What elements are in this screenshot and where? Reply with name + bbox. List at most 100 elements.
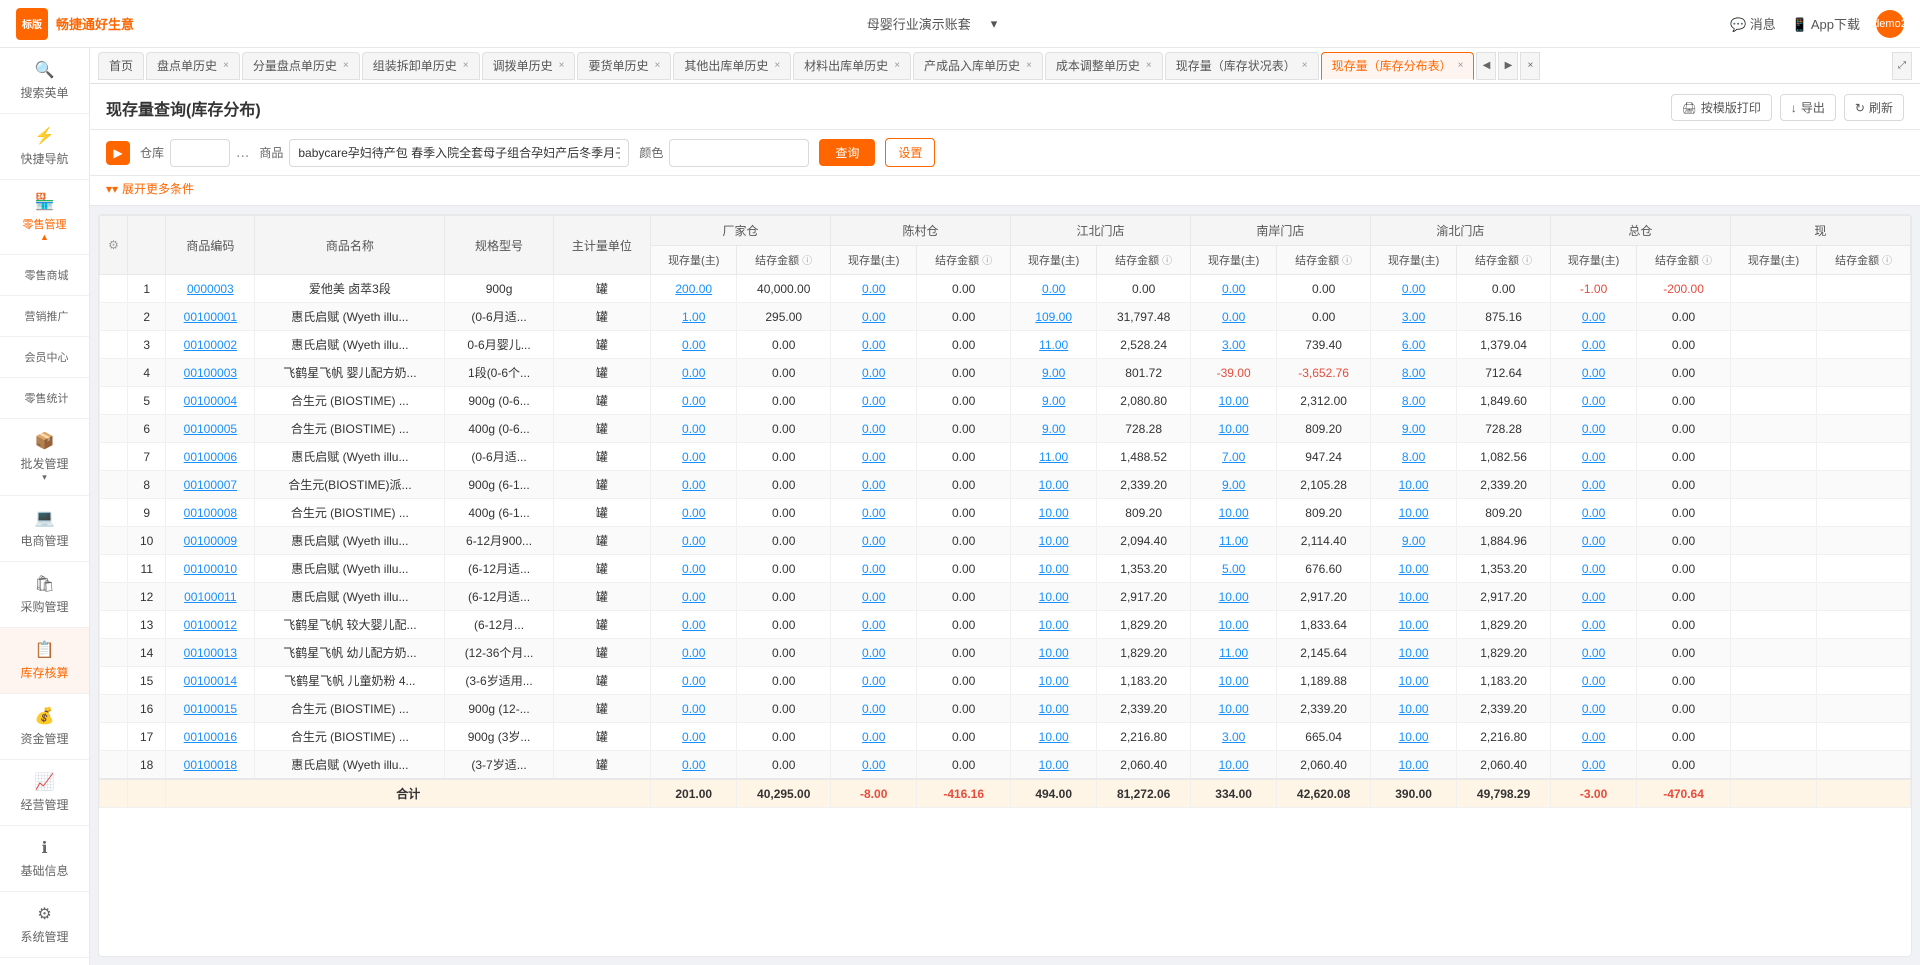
sidebar-item-ecommerce[interactable]: 💻 电商管理: [0, 496, 89, 562]
nav-label[interactable]: 母婴行业演示账套: [867, 14, 971, 33]
inventory-table: ⚙ 商品编码 商品名称 规格型号 主计量单位 厂家仓 陈村仓 江北门店 南岸门店…: [99, 215, 1911, 808]
logo-icon: 标版: [16, 8, 48, 40]
top-nav: 母婴行业演示账套 ▾: [867, 14, 998, 33]
table-row: 1100100010惠氏启赋 (Wyeth illu...(6-12月适...罐…: [100, 555, 1911, 583]
table-row: 1300100012飞鹤星飞帆 较大婴儿配...(6-12月...罐0.000.…: [100, 611, 1911, 639]
sub-jba: 结存金额 ⓘ: [1097, 246, 1191, 275]
col-spec: 规格型号: [445, 216, 553, 275]
sidebar-item-quicknav[interactable]: ⚡ 快捷导航: [0, 114, 89, 180]
sidebar-item-collab[interactable]: 🤝 企业协同: [0, 958, 89, 965]
table-row: 700100006惠氏启赋 (Wyeth illu...(0-6月适...罐0.…: [100, 443, 1911, 471]
tab-otherout[interactable]: 其他出库单历史 ×: [673, 52, 791, 80]
sub-cca: 结存金额 ⓘ: [917, 246, 1011, 275]
logo-area: 标版 畅捷通好生意: [16, 8, 134, 40]
sidebar: 🔍 搜索英单 ⚡ 快捷导航 🏪 零售管理 ▲ 零售商城 营销推广 会员中心 零售…: [0, 48, 90, 965]
sidebar-item-operations[interactable]: 📈 经营管理: [0, 760, 89, 826]
message-btn[interactable]: 💬 消息: [1730, 14, 1776, 33]
sidebar-item-wholesale[interactable]: 📦 批发管理 ▾: [0, 419, 89, 496]
tab-close-otherout[interactable]: ×: [774, 60, 780, 71]
tab-close-assembly[interactable]: ×: [463, 60, 469, 71]
table-container[interactable]: ⚙ 商品编码 商品名称 规格型号 主计量单位 厂家仓 陈村仓 江北门店 南岸门店…: [98, 214, 1912, 957]
tab-close-all-btn[interactable]: ×: [1520, 52, 1540, 80]
tab-prodin[interactable]: 产成品入库单历史 ×: [913, 52, 1043, 80]
export-btn[interactable]: ↓ 导出: [1780, 94, 1836, 121]
sub-naa: 结存金额 ⓘ: [1277, 246, 1371, 275]
sidebar-item-member[interactable]: 会员中心: [0, 337, 89, 378]
col-gear[interactable]: ⚙: [100, 216, 128, 275]
sidebar-item-retailstat[interactable]: 零售统计: [0, 378, 89, 419]
table-row: 1600100015合生元 (BIOSTIME) ...900g (12-...…: [100, 695, 1911, 723]
table-row: 1700100016合生元 (BIOSTIME) ...900g (3岁...罐…: [100, 723, 1911, 751]
warehouse-input[interactable]: [170, 139, 230, 167]
tab-close-inventory-status[interactable]: ×: [1302, 60, 1308, 71]
tab-home[interactable]: 首页: [98, 52, 144, 80]
tab-prev-btn[interactable]: ◀: [1476, 52, 1496, 80]
col-group-jb: 江北门店: [1010, 216, 1190, 246]
tab-inventory-dist[interactable]: 现存量（库存分布表） ×: [1321, 52, 1475, 80]
tab-partstock[interactable]: 分量盘点单历史 ×: [242, 52, 360, 80]
sidebar-item-baseinfo[interactable]: ℹ 基础信息: [0, 826, 89, 892]
tab-close-requisition[interactable]: ×: [654, 60, 660, 71]
sidebar-item-retailshop[interactable]: 零售商城: [0, 255, 89, 296]
expand-row: ▾▾ 展开更多条件: [90, 176, 1920, 206]
print-btn[interactable]: 🖨 按模版打印: [1671, 94, 1772, 121]
sidebar-item-inventory[interactable]: 📋 库存核算: [0, 628, 89, 694]
tab-transfer[interactable]: 调拨单历史 ×: [482, 52, 576, 80]
settings-btn[interactable]: 设置: [885, 138, 935, 167]
tab-close-inventory-dist[interactable]: ×: [1458, 60, 1464, 71]
sub-fcq: 现存量(主): [651, 246, 737, 275]
sub-zca: 结存金额 ⓘ: [1637, 246, 1731, 275]
sidebar-item-retail[interactable]: 🏪 零售管理 ▲: [0, 180, 89, 255]
tab-requisition[interactable]: 要货单历史 ×: [577, 52, 671, 80]
tab-inventory-status[interactable]: 现存量（库存状况表） ×: [1165, 52, 1319, 80]
tab-assembly[interactable]: 组装拆卸单历史 ×: [362, 52, 480, 80]
sidebar-item-sysadmin[interactable]: ⚙ 系统管理: [0, 892, 89, 958]
tab-close-costadjust[interactable]: ×: [1146, 60, 1152, 71]
sub-extra-q: 现存量(主): [1730, 246, 1816, 275]
sub-fca: 结存金额 ⓘ: [737, 246, 831, 275]
user-avatar[interactable]: demo2: [1876, 10, 1904, 38]
query-btn[interactable]: 查询: [819, 139, 875, 166]
goods-input[interactable]: [289, 139, 629, 167]
sidebar-item-search[interactable]: 🔍 搜索英单: [0, 48, 89, 114]
sidebar-item-marketing[interactable]: 营销推广: [0, 296, 89, 337]
tab-close-matout[interactable]: ×: [894, 60, 900, 71]
col-group-cc: 陈村仓: [831, 216, 1011, 246]
color-input[interactable]: [669, 139, 809, 167]
tab-stockcount[interactable]: 盘点单历史 ×: [146, 52, 240, 80]
sidebar-item-finance[interactable]: 💰 资金管理: [0, 694, 89, 760]
col-name: 商品名称: [255, 216, 445, 275]
nav-dropdown-icon[interactable]: ▾: [991, 16, 998, 32]
table-row: 300100002惠氏启赋 (Wyeth illu...0-6月婴儿...罐0.…: [100, 331, 1911, 359]
top-bar: 标版 畅捷通好生意 母婴行业演示账套 ▾ 💬 消息 📱 App下载 demo2: [0, 0, 1920, 48]
page-title: 现存量查询(库存分布): [106, 96, 261, 120]
table-row: 400100003飞鹤星飞帆 婴儿配方奶...1段(0-6个...罐0.000.…: [100, 359, 1911, 387]
tab-matout[interactable]: 材料出库单历史 ×: [793, 52, 911, 80]
col-group-yb: 渝北门店: [1370, 216, 1550, 246]
table-row: 1400100013飞鹤星飞帆 幼儿配方奶...(12-36个月...罐0.00…: [100, 639, 1911, 667]
tab-fullscreen-btn[interactable]: ⤢: [1892, 52, 1912, 80]
tab-close-stockcount[interactable]: ×: [223, 60, 229, 71]
warehouse-dots[interactable]: ...: [236, 144, 249, 162]
tab-costadjust[interactable]: 成本调整单历史 ×: [1045, 52, 1163, 80]
sidebar-item-purchase[interactable]: 🛍 采购管理: [0, 562, 89, 628]
table-row: 900100008合生元 (BIOSTIME) ...400g (6-1...罐…: [100, 499, 1911, 527]
app-download-btn[interactable]: 📱 App下载: [1792, 14, 1860, 33]
filter-toggle-btn[interactable]: ▶: [106, 141, 130, 165]
col-group-zc: 总仓: [1550, 216, 1730, 246]
table-row: 10000003爱他美 卤萃3段900g罐200.0040,000.000.00…: [100, 275, 1911, 303]
logo-text: 畅捷通好生意: [56, 14, 134, 33]
header-actions: 🖨 按模版打印 ↓ 导出 ↻ 刷新: [1671, 94, 1904, 121]
tab-close-prodin[interactable]: ×: [1026, 60, 1032, 71]
expand-btn[interactable]: ▾▾ 展开更多条件: [106, 180, 194, 197]
tab-bar: 首页 盘点单历史 × 分量盘点单历史 × 组装拆卸单历史 × 调拨单历史 × 要…: [90, 48, 1920, 84]
tab-close-partstock[interactable]: ×: [343, 60, 349, 71]
tab-next-btn[interactable]: ▶: [1498, 52, 1518, 80]
table-row: 1500100014飞鹤星飞帆 儿童奶粉 4...(3-6岁适用...罐0.00…: [100, 667, 1911, 695]
filter-goods: 商品: [259, 139, 629, 167]
tab-close-transfer[interactable]: ×: [559, 60, 565, 71]
sub-ybq: 现存量(主): [1370, 246, 1456, 275]
table-row: 1800100018惠氏启赋 (Wyeth illu...(3-7岁适...罐0…: [100, 751, 1911, 780]
refresh-btn[interactable]: ↻ 刷新: [1844, 94, 1904, 121]
filter-color: 颜色: [639, 139, 809, 167]
